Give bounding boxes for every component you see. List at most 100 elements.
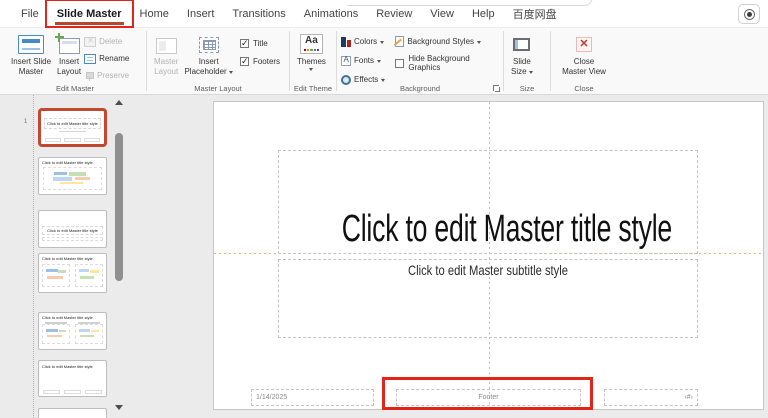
preserve-button: Preserve <box>84 69 129 82</box>
colors-icon <box>341 36 351 47</box>
close-master-view-button[interactable]: ✕ Close Master View <box>559 31 609 78</box>
menu-bar: File Slide Master Home Insert Transition… <box>0 0 768 28</box>
tab-review[interactable]: Review <box>367 2 421 26</box>
close-master-view-label: Close <box>573 57 595 66</box>
insert-layout-label: Insert <box>59 57 80 66</box>
record-icon <box>743 8 755 20</box>
active-tab-underline <box>54 21 124 25</box>
title-placeholder[interactable]: Click to edit Master title style <box>278 150 698 254</box>
themes-icon: Aa <box>299 34 323 54</box>
group-label-close: Close <box>574 84 594 93</box>
insert-slide-master-label: Insert Slide <box>11 57 52 66</box>
tab-insert[interactable]: Insert <box>178 2 224 26</box>
thumbnail-title-text: Click to edit Master title style <box>47 121 98 127</box>
footers-checkbox[interactable] <box>239 56 249 67</box>
slide-number-text: ‹#› <box>684 394 693 401</box>
background-styles-icon <box>395 36 405 47</box>
tab-file[interactable]: File <box>12 2 48 26</box>
slide-size-icon <box>513 37 531 51</box>
chevron-down-icon <box>528 70 533 74</box>
ribbon-group-edit-master: Insert Slide Master Insert Layout Delete… <box>4 28 146 94</box>
group-label-master-layout: Master Layout <box>194 84 242 93</box>
hide-background-graphics-label: Hide Background Graphics <box>408 54 470 72</box>
slide-number-placeholder[interactable]: ‹#› <box>604 389 698 406</box>
scroll-down-arrow-icon[interactable] <box>115 405 123 410</box>
master-layout-icon <box>155 37 177 54</box>
insert-placeholder-icon <box>198 37 219 53</box>
chevron-down-icon <box>380 40 385 44</box>
chevron-down-icon <box>309 67 314 71</box>
themes-button[interactable]: Aa Themes <box>294 31 329 73</box>
master-slide-number: 1 <box>24 119 28 125</box>
thumbnail-section-header[interactable]: Click to edit Master title style <box>38 210 107 248</box>
chevron-down-icon <box>477 40 482 44</box>
tab-slide-master-label: Slide Master <box>56 7 122 20</box>
master-layout-label: Master <box>154 57 179 66</box>
tab-slide-master[interactable]: Slide Master <box>48 2 131 26</box>
thumbnail-title-only[interactable]: Click to edit Master title style <box>38 360 107 397</box>
date-placeholder[interactable]: 1/14/2025 <box>251 389 374 406</box>
group-label-edit-master: Edit Master <box>56 84 94 93</box>
ribbon-group-size: Slide Size Size <box>504 28 550 94</box>
insert-layout-button[interactable]: Insert Layout <box>54 31 84 78</box>
tab-help[interactable]: Help <box>463 2 504 26</box>
chevron-down-icon <box>377 59 382 63</box>
footers-checkbox-label: Footers <box>252 57 281 66</box>
date-text: 1/14/2025 <box>256 394 288 401</box>
tab-transitions[interactable]: Transitions <box>223 2 294 26</box>
tab-view[interactable]: View <box>421 2 463 26</box>
ribbon-group-edit-theme: Aa Themes Edit Theme <box>290 28 336 94</box>
footers-checkbox-row[interactable]: Footers <box>239 56 281 67</box>
thumbnail-connector-line <box>33 95 34 418</box>
title-checkbox-label: Title <box>252 39 268 48</box>
footer-text: Footer <box>478 394 499 401</box>
close-master-view-icon: ✕ <box>576 36 592 52</box>
insert-layout-icon <box>54 32 80 54</box>
vertical-guide <box>489 102 490 409</box>
tab-animations[interactable]: Animations <box>295 2 367 26</box>
delete-button: Delete <box>84 35 129 48</box>
themes-label: Themes <box>297 57 326 66</box>
ribbon-group-master-layout: Master Layout Insert Placeholder Title F… <box>147 28 289 94</box>
colors-button[interactable]: Colors <box>341 35 385 48</box>
slide-size-button[interactable]: Slide Size <box>508 31 536 78</box>
rename-button[interactable]: Rename <box>84 52 129 65</box>
title-checkbox-row[interactable]: Title <box>239 38 280 49</box>
ribbon-group-close: ✕ Close Master View Close <box>551 28 617 94</box>
scroll-up-arrow-icon[interactable] <box>115 100 123 105</box>
scrollbar-thumb[interactable] <box>115 133 123 281</box>
chevron-down-icon <box>228 70 233 74</box>
thumbnail-two-content[interactable]: Click to edit Master title style <box>38 253 107 293</box>
rename-icon <box>84 53 97 64</box>
effects-icon <box>341 74 351 85</box>
record-button[interactable] <box>738 4 760 24</box>
insert-slide-master-icon <box>18 34 45 54</box>
thumbnail-scrollbar[interactable] <box>112 95 126 418</box>
background-styles-button[interactable]: Background Styles <box>395 35 499 48</box>
group-label-background: Background <box>399 84 441 93</box>
chevron-down-icon <box>381 78 386 82</box>
insert-placeholder-label: Insert <box>198 57 219 66</box>
thumbnail-master[interactable]: Click to edit Master title style <box>38 108 107 147</box>
slide-size-label: Slide <box>513 57 531 66</box>
tab-home[interactable]: Home <box>131 2 178 26</box>
subtitle-placeholder-text: Click to edit Master subtitle style <box>408 262 568 278</box>
thumbnail-comparison[interactable]: Click to edit Master title style <box>38 312 107 350</box>
tab-baidu-netdisk[interactable]: 百度网盘 <box>504 0 566 28</box>
insert-placeholder-button[interactable]: Insert Placeholder <box>181 31 235 78</box>
hide-background-graphics-row[interactable]: Hide Background Graphics <box>395 54 499 72</box>
master-layout-button: Master Layout <box>151 31 181 78</box>
thumbnail-title-and-content[interactable]: Click to edit Master title style <box>38 157 107 195</box>
group-label-size: Size <box>519 84 535 93</box>
slide-editing-area: Click to edit Master title style Click t… <box>213 101 764 410</box>
preserve-icon <box>84 71 95 81</box>
insert-slide-master-button[interactable]: Insert Slide Master <box>8 31 54 78</box>
subtitle-placeholder[interactable]: Click to edit Master subtitle style <box>278 259 698 338</box>
title-checkbox[interactable] <box>239 38 249 49</box>
workspace: 1 Click to edit Master title style Click… <box>0 95 768 418</box>
fonts-button[interactable]: A Fonts <box>341 54 385 67</box>
thumbnail-partial[interactable] <box>38 408 107 418</box>
ribbon-group-background: Colors A Fonts Effects Background Styles… <box>337 28 503 94</box>
footer-placeholder[interactable]: Footer <box>396 389 581 406</box>
hide-background-graphics-checkbox[interactable] <box>395 58 405 68</box>
